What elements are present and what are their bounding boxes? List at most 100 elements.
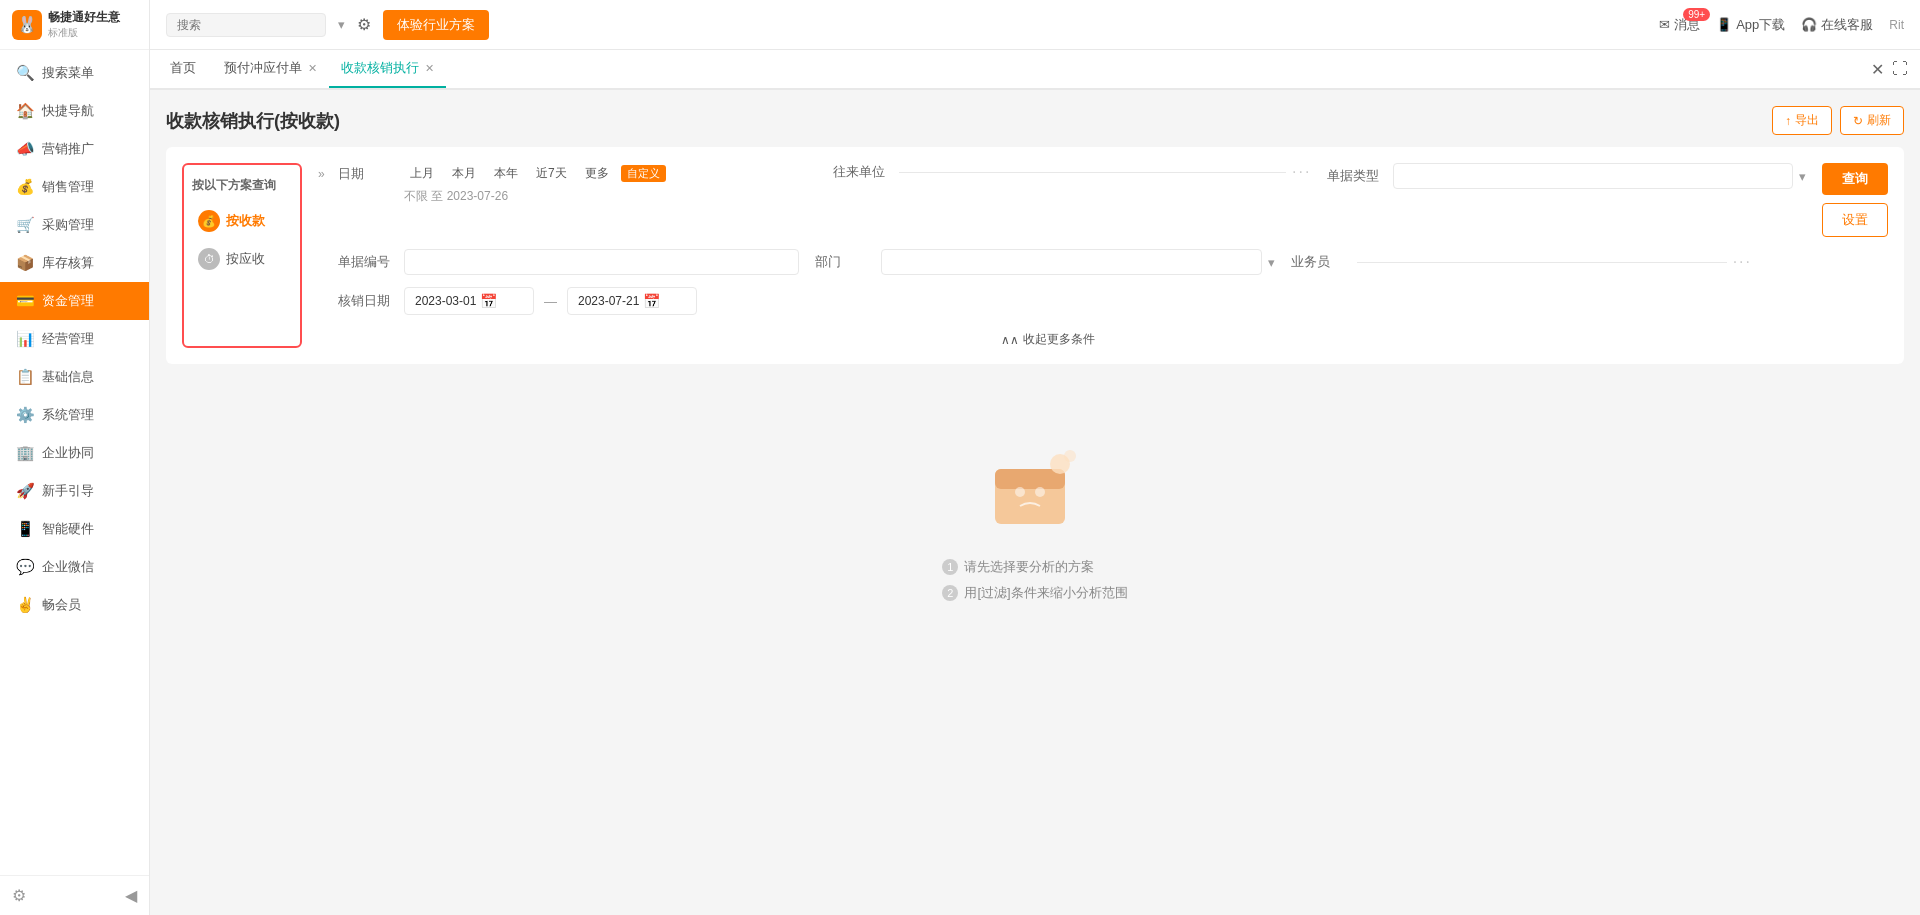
doctype-chevron-icon: ▾	[1799, 169, 1806, 184]
page-header: 收款核销执行(按收款) ↑ 导出 ↻ 刷新	[166, 106, 1904, 135]
filter-main: 日期 上月 本月 本年 近7天 更多 自定义 不限 至 2023-0	[338, 163, 1888, 348]
tab-prepayment[interactable]: 预付冲应付单 ✕	[212, 50, 329, 88]
sidebar-item-operations[interactable]: 📊 经营管理	[0, 320, 149, 358]
system-icon: ⚙️	[16, 406, 34, 424]
tab-receivable-writeoff-close[interactable]: ✕	[425, 62, 434, 75]
doc-no-input[interactable]	[404, 249, 799, 275]
staff-dots-btn[interactable]: ···	[1733, 253, 1752, 271]
date-btn-this-year[interactable]: 本年	[488, 163, 524, 184]
sidebar-item-sales[interactable]: 💰 销售管理	[0, 168, 149, 206]
hardware-icon: 📱	[16, 520, 34, 538]
filter-date-group: 上月 本月 本年 近7天 更多 自定义	[404, 163, 666, 184]
query-btn[interactable]: 查询	[1822, 163, 1888, 195]
sidebar-logo: 🐰 畅捷通好生意 标准版	[0, 0, 149, 50]
tab-home[interactable]: 首页	[154, 50, 212, 88]
date-custom-badge[interactable]: 自定义	[621, 165, 666, 182]
sidebar-item-marketing[interactable]: 📣 营销推广	[0, 130, 149, 168]
refresh-icon: ↻	[1853, 114, 1863, 128]
sidebar-item-finance[interactable]: 💳 资金管理	[0, 282, 149, 320]
writeoff-date-end-calendar-icon[interactable]: 📅	[643, 293, 660, 309]
filter-doctype-group: 单据类型 ▾	[1327, 163, 1806, 189]
date-btn-last-month[interactable]: 上月	[404, 163, 440, 184]
tab-prepayment-close[interactable]: ✕	[308, 62, 317, 75]
date-btn-this-month[interactable]: 本月	[446, 163, 482, 184]
tabbar-expand-icon[interactable]: ⛶	[1892, 60, 1908, 78]
finance-icon: 💳	[16, 292, 34, 310]
topbar-online-service[interactable]: 🎧 在线客服	[1801, 16, 1873, 34]
sidebar-item-search-menu[interactable]: 🔍 搜索菜单	[0, 54, 149, 92]
purchase-icon: 🛒	[16, 216, 34, 234]
tabbar-close-icon[interactable]: ✕	[1871, 60, 1884, 79]
filter-row3: 核销日期 2023-03-01 📅 — 2023-07-21 📅	[338, 287, 1888, 315]
writeoff-date-start-calendar-icon[interactable]: 📅	[480, 293, 497, 309]
query-actions: 查询 设置	[1822, 163, 1888, 237]
sidebar-item-guide[interactable]: 🚀 新手引导	[0, 472, 149, 510]
settings-btn[interactable]: 设置	[1822, 203, 1888, 237]
filter-row2: 单据编号 部门 ▾ 业务员 ···	[338, 249, 1888, 275]
partner-dots-btn[interactable]: ···	[1292, 163, 1311, 181]
topbar-username: Rit	[1889, 18, 1904, 32]
topbar: ▾ ⚙ 体验行业方案 ✉ 消息 99+ 📱 App下载 🎧 在线客服 Rit	[150, 0, 1920, 50]
message-icon: ✉	[1659, 17, 1670, 32]
sidebar-settings-btn[interactable]: ⚙	[12, 886, 26, 905]
sidebar-item-wechat[interactable]: 💬 企业微信	[0, 548, 149, 586]
empty-tips: 1 请先选择要分析的方案 2 用[过滤]条件来缩小分析范围	[942, 554, 1127, 606]
filter-option-by-receipt[interactable]: 💰 按收款	[192, 202, 292, 240]
sidebar-item-enterprise[interactable]: 🏢 企业协同	[0, 434, 149, 472]
svg-point-3	[1035, 487, 1045, 497]
topbar-chevron-icon[interactable]: ▾	[338, 17, 345, 32]
tab-receivable-writeoff[interactable]: 收款核销执行 ✕	[329, 50, 446, 88]
filter-docno-group: 单据编号	[338, 249, 799, 275]
sidebar-item-hardware[interactable]: 📱 智能硬件	[0, 510, 149, 548]
filter-dept-group: 部门 ▾	[815, 249, 1276, 275]
date-btn-more[interactable]: 更多	[579, 163, 615, 184]
refresh-btn[interactable]: ↻ 刷新	[1840, 106, 1904, 135]
dept-select[interactable]	[881, 249, 1263, 275]
topbar-app-download[interactable]: 📱 App下载	[1716, 16, 1785, 34]
empty-illustration	[985, 444, 1085, 534]
sidebar-item-basic-info[interactable]: 📋 基础信息	[0, 358, 149, 396]
sidebar-footer: ⚙ ◀	[0, 875, 149, 915]
filter-date-row: 日期 上月 本月 本年 近7天 更多 自定义 不限 至 2023-0	[338, 163, 817, 205]
filter-option-by-receivable[interactable]: ⏱ 按应收	[192, 240, 292, 278]
page-actions: ↑ 导出 ↻ 刷新	[1772, 106, 1904, 135]
filter-staff-group: 业务员 ···	[1291, 253, 1752, 271]
topbar-search-input[interactable]	[166, 13, 326, 37]
collapse-more-btn[interactable]: ∧∧ 收起更多条件	[1001, 331, 1095, 348]
sidebar-collapse-btn[interactable]: ◀	[125, 886, 137, 905]
by-receipt-icon: 💰	[198, 210, 220, 232]
filter-partner-group: 往来单位 ···	[833, 163, 1312, 181]
sidebar-item-inventory[interactable]: 📦 库存核算	[0, 244, 149, 282]
empty-svg	[985, 444, 1085, 534]
sidebar-item-quick-nav[interactable]: 🏠 快捷导航	[0, 92, 149, 130]
page-title: 收款核销执行(按收款)	[166, 109, 340, 133]
export-icon: ↑	[1785, 114, 1791, 128]
logo-icon: 🐰	[12, 10, 42, 40]
content-area: 收款核销执行(按收款) ↑ 导出 ↻ 刷新 按以下方案查询 💰 按收款	[150, 90, 1920, 915]
inventory-icon: 📦	[16, 254, 34, 272]
dept-chevron-icon: ▾	[1268, 255, 1275, 270]
date-range-text: 不限 至 2023-07-26	[404, 189, 508, 203]
operations-icon: 📊	[16, 330, 34, 348]
sidebar: 🐰 畅捷通好生意 标准版 🔍 搜索菜单 🏠 快捷导航 📣 营销推广 💰 销售管理…	[0, 0, 150, 915]
sales-icon: 💰	[16, 178, 34, 196]
tabbar: 首页 预付冲应付单 ✕ 收款核销执行 ✕ ✕ ⛶	[150, 50, 1920, 90]
filter-writeoff-date-group: 核销日期 2023-03-01 📅 — 2023-07-21 📅	[338, 287, 804, 315]
sidebar-item-system[interactable]: ⚙️ 系统管理	[0, 396, 149, 434]
filter-collapse-btn[interactable]: »	[318, 163, 338, 348]
date-btn-7days[interactable]: 近7天	[530, 163, 573, 184]
topbar-message[interactable]: ✉ 消息 99+	[1659, 16, 1700, 34]
sidebar-item-purchase[interactable]: 🛒 采购管理	[0, 206, 149, 244]
doc-type-select[interactable]	[1393, 163, 1793, 189]
by-receivable-icon: ⏱	[198, 248, 220, 270]
industry-btn[interactable]: 体验行业方案	[383, 10, 489, 40]
sidebar-item-member[interactable]: ✌️ 畅会员	[0, 586, 149, 624]
message-badge: 99+	[1683, 8, 1710, 21]
date-separator: —	[544, 294, 557, 309]
export-btn[interactable]: ↑ 导出	[1772, 106, 1832, 135]
writeoff-date-end[interactable]: 2023-07-21 📅	[567, 287, 697, 315]
topbar-gear-icon[interactable]: ⚙	[357, 15, 371, 34]
filter-sidebar: 按以下方案查询 💰 按收款 ⏱ 按应收	[182, 163, 302, 348]
member-icon: ✌️	[16, 596, 34, 614]
writeoff-date-start[interactable]: 2023-03-01 📅	[404, 287, 534, 315]
